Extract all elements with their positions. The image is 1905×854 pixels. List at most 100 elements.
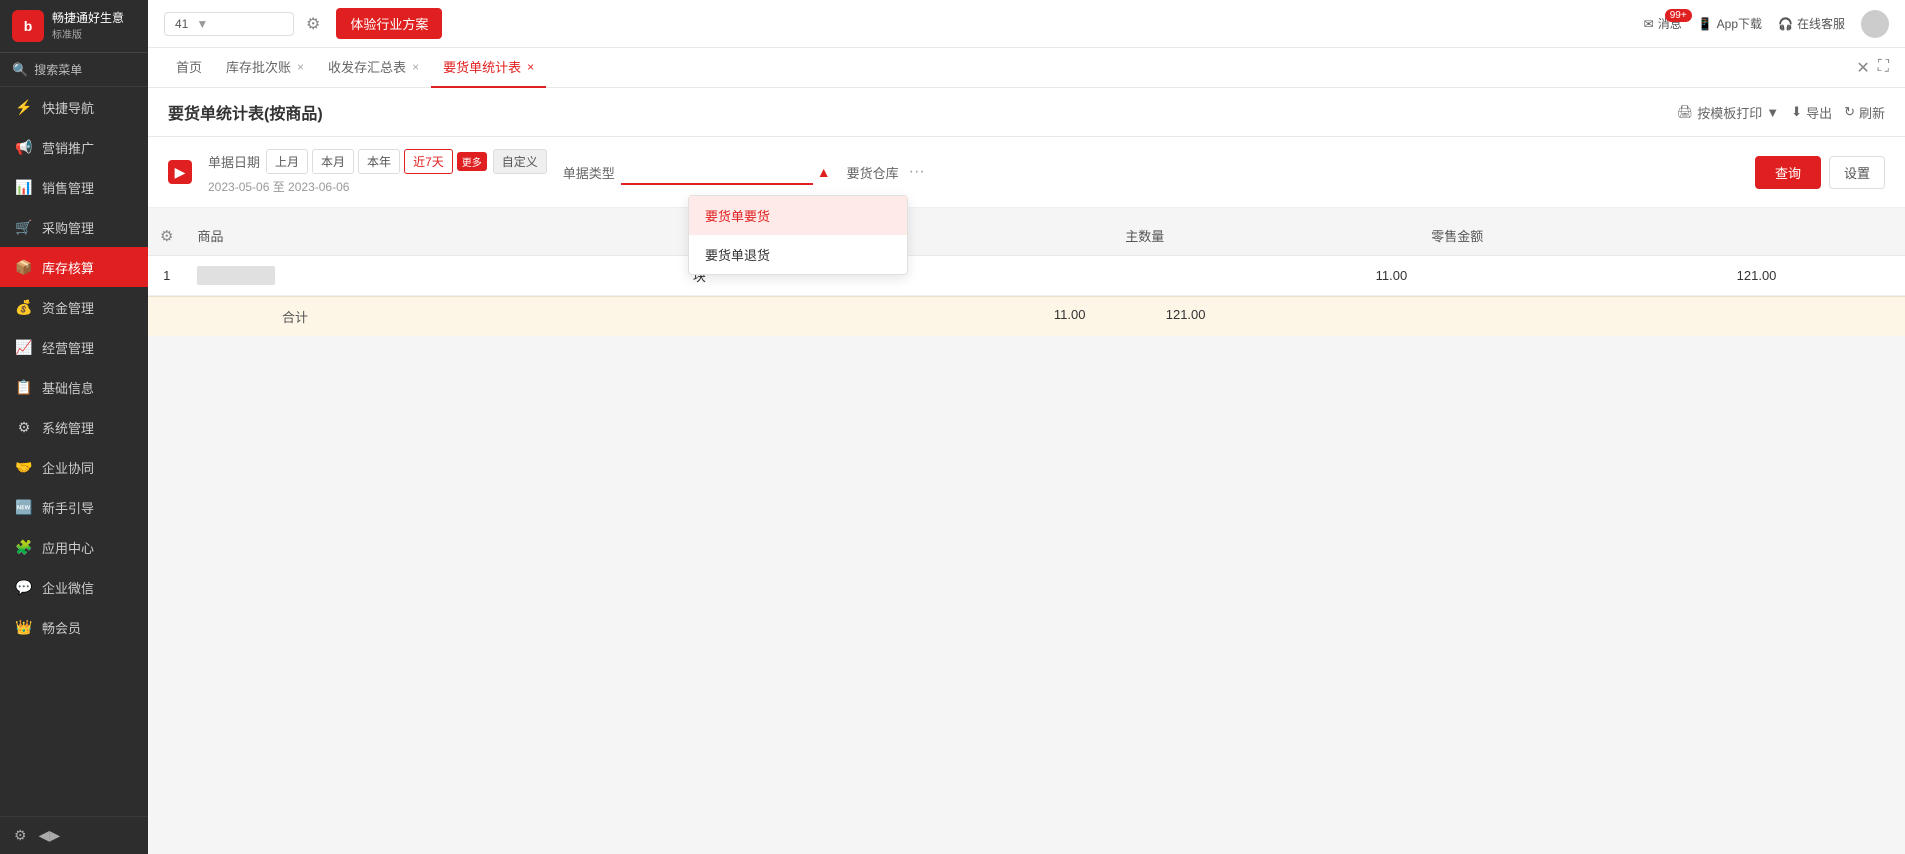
type-selector-wrap: ▲ <box>621 160 831 185</box>
table-body: 1 商品名称信息 块 11.00 121.00 <box>148 256 1905 296</box>
setting-button[interactable]: 设置 <box>1829 156 1885 189</box>
tab-inventory-ledger-close[interactable]: × <box>297 60 304 74</box>
type-chevron-icon[interactable]: ▲ <box>817 164 831 180</box>
topbar-settings-icon[interactable]: ⚙ <box>306 14 320 34</box>
app-download-action[interactable]: 📱 App下载 <box>1698 15 1762 32</box>
collapse-icon[interactable]: ◀▶ <box>39 827 61 844</box>
vip-icon: 👑 <box>14 617 34 637</box>
inventory-icon: 📦 <box>14 257 34 277</box>
date-more-tag[interactable]: 更多 <box>457 152 487 171</box>
footer-amount: 121.00 <box>1098 307 1218 326</box>
quick-nav-icon: ⚡ <box>14 97 34 117</box>
page-content: 要货单统计表(按商品) 🖨 按模板打印 ▼ ⬇ 导出 ↻ 刷新 ▶ <box>148 88 1905 854</box>
page-header: 要货单统计表(按商品) 🖨 按模板打印 ▼ ⬇ 导出 ↻ 刷新 <box>148 88 1905 137</box>
sidebar-item-sales[interactable]: 📊 销售管理 <box>0 167 148 207</box>
system-icon: ⚙ <box>14 417 34 437</box>
tab-summary[interactable]: 收发存汇总表 × <box>316 48 431 88</box>
type-input[interactable] <box>621 160 813 185</box>
search-menu-label: 搜索菜单 <box>34 61 82 78</box>
online-service-action[interactable]: 🎧 在线客服 <box>1778 15 1845 32</box>
table-gear-icon[interactable]: ⚙ <box>160 227 173 245</box>
export-label: 导出 <box>1806 103 1832 122</box>
online-service-icon: 🎧 <box>1778 17 1793 31</box>
sales-icon: 📊 <box>14 177 34 197</box>
warehouse-dots-icon[interactable]: ··· <box>909 163 925 181</box>
date-btn-last-month[interactable]: 上月 <box>266 149 308 174</box>
topbar-left: 41 ▼ ⚙ 体验行业方案 <box>164 8 442 39</box>
sidebar-item-collab[interactable]: 🤝 企业协同 <box>0 447 148 487</box>
app-logo-text: 畅捷通好生意 标准版 <box>52 11 124 42</box>
footer-unit-empty <box>878 307 998 326</box>
sidebar-item-quick-nav[interactable]: ⚡ 快捷导航 <box>0 87 148 127</box>
export-action[interactable]: ⬇ 导出 <box>1791 103 1832 122</box>
settings-bottom-icon[interactable]: ⚙ <box>14 827 27 844</box>
filter-actions: 查询 设置 <box>1755 156 1885 189</box>
tab-summary-close[interactable]: × <box>412 60 419 74</box>
tab-home[interactable]: 首页 <box>164 48 214 88</box>
footer-empty <box>160 307 202 326</box>
col-qty: 主数量 <box>1113 216 1419 256</box>
message-action[interactable]: ✉ 消息 99+ <box>1644 15 1682 32</box>
tab-order-stats-close[interactable]: × <box>527 60 534 74</box>
sidebar-item-inventory[interactable]: 📦 库存核算 <box>0 247 148 287</box>
tab-order-stats[interactable]: 要货单统计表 × <box>431 48 546 88</box>
sidebar-item-weixin[interactable]: 💬 企业微信 <box>0 567 148 607</box>
tab-home-label: 首页 <box>176 57 202 76</box>
date-custom-button[interactable]: 自定义 <box>493 149 547 174</box>
app-download-label: App下载 <box>1717 15 1762 32</box>
print-action[interactable]: 🖨 按模板打印 ▼ <box>1677 103 1779 122</box>
sidebar-item-finance[interactable]: 💰 资金管理 <box>0 287 148 327</box>
sidebar-item-appstore[interactable]: 🧩 应用中心 <box>0 527 148 567</box>
search-menu-item[interactable]: 🔍 搜索菜单 <box>0 53 148 87</box>
date-filter-group: 单据日期 上月 本月 本年 近7天 更多 自定义 <box>208 149 547 174</box>
refresh-action[interactable]: ↻ 刷新 <box>1844 103 1885 122</box>
dropdown-item-order-request[interactable]: 要货单要货 <box>689 196 907 235</box>
date-btn-last-7[interactable]: 近7天 <box>404 149 453 174</box>
sidebar-item-purchase[interactable]: 🛒 采购管理 <box>0 207 148 247</box>
store-selector[interactable]: 41 ▼ <box>164 12 294 36</box>
operations-icon: 📈 <box>14 337 34 357</box>
dropdown-item-order-return[interactable]: 要货单退货 <box>689 235 907 274</box>
table-row: 1 商品名称信息 块 11.00 121.00 <box>148 256 1905 296</box>
row-amount: 121.00 <box>1419 256 1788 296</box>
tabs-bar: 首页 库存批次账 × 收发存汇总表 × 要货单统计表 × ✕ ⛶ <box>148 48 1905 88</box>
col-extra <box>1788 216 1905 256</box>
table-wrap: ⚙ 商品 主计量单位 主数量 零售金额 1 商品名称信息 <box>148 216 1905 296</box>
message-icon: ✉ <box>1644 17 1654 31</box>
data-table: ⚙ 商品 主计量单位 主数量 零售金额 1 商品名称信息 <box>148 216 1905 296</box>
nav-list: ⚡ 快捷导航 📢 营销推广 📊 销售管理 🛒 采购管理 📦 库存核算 💰 资金管… <box>0 87 148 816</box>
sidebar-item-system[interactable]: ⚙ 系统管理 <box>0 407 148 447</box>
date-buttons: 上月 本月 本年 近7天 更多 <box>266 149 487 174</box>
query-button[interactable]: 查询 <box>1755 156 1821 189</box>
sidebar-item-marketing[interactable]: 📢 营销推广 <box>0 127 148 167</box>
refresh-label: 刷新 <box>1859 103 1885 122</box>
row-product: 商品名称信息 <box>185 256 680 296</box>
col-amount: 零售金额 <box>1419 216 1788 256</box>
sidebar-item-vip[interactable]: 👑 畅会员 <box>0 607 148 647</box>
newbie-icon: 🆕 <box>14 497 34 517</box>
sidebar-item-newbie[interactable]: 🆕 新手引导 <box>0 487 148 527</box>
filter-expand-button[interactable]: ▶ <box>168 160 192 184</box>
topbar-right: ✉ 消息 99+ 📱 App下载 🎧 在线客服 <box>1644 10 1889 38</box>
user-avatar[interactable] <box>1861 10 1889 38</box>
promo-button[interactable]: 体验行业方案 <box>336 8 442 39</box>
type-filter-label: 单据类型 <box>563 163 615 182</box>
footer-qty: 11.00 <box>998 307 1098 326</box>
date-btn-this-month[interactable]: 本月 <box>312 149 354 174</box>
store-name: 41 <box>175 17 188 31</box>
close-window-icon[interactable]: ✕ <box>1856 58 1869 78</box>
sidebar: b 畅捷通好生意 标准版 🔍 搜索菜单 ⚡ 快捷导航 📢 营销推广 📊 销售管理… <box>0 0 148 854</box>
row-qty: 11.00 <box>1113 256 1419 296</box>
basics-icon: 📋 <box>14 377 34 397</box>
message-badge: 99+ <box>1665 9 1692 22</box>
sidebar-item-basics[interactable]: 📋 基础信息 <box>0 367 148 407</box>
col-product: 商品 <box>185 216 680 256</box>
main-area: 41 ▼ ⚙ 体验行业方案 ✉ 消息 99+ 📱 App下载 🎧 在线客服 <box>148 0 1905 854</box>
weixin-icon: 💬 <box>14 577 34 597</box>
appstore-icon: 🧩 <box>14 537 34 557</box>
page-header-actions: 🖨 按模板打印 ▼ ⬇ 导出 ↻ 刷新 <box>1677 103 1885 134</box>
date-btn-this-year[interactable]: 本年 <box>358 149 400 174</box>
maximize-window-icon[interactable]: ⛶ <box>1878 58 1889 78</box>
sidebar-item-operations[interactable]: 📈 经营管理 <box>0 327 148 367</box>
tab-inventory-ledger[interactable]: 库存批次账 × <box>214 48 316 88</box>
